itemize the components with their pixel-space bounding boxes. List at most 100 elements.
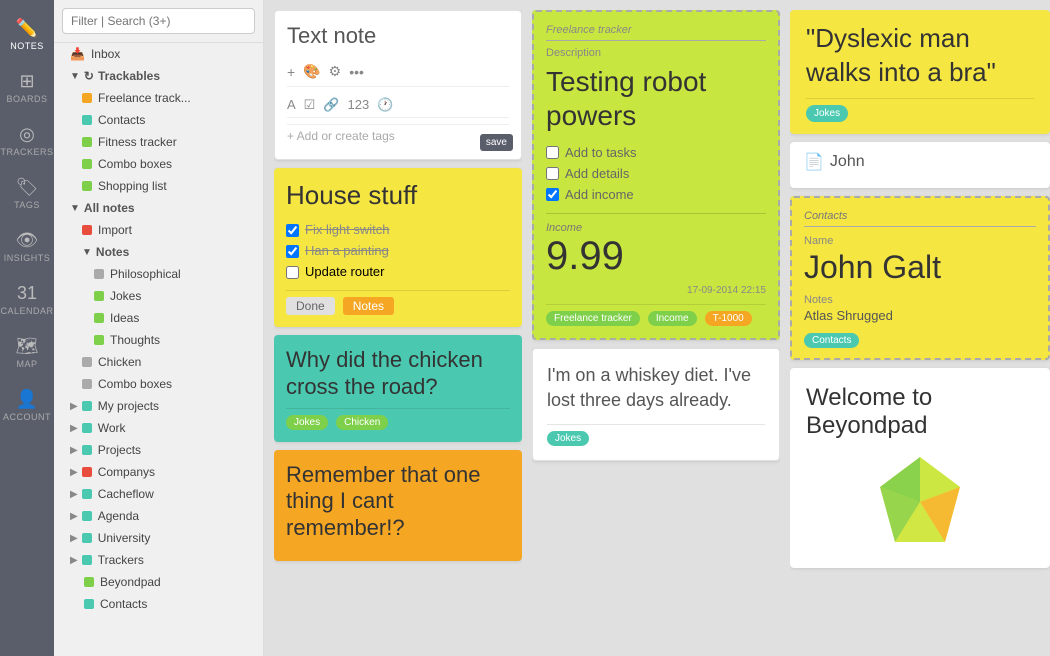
insights-icon: 👁 <box>16 230 39 251</box>
icon-bar: ✏️ NOTES ⊞ BOARDS ◎ TRACKERS 🏷 TAGS 👁 IN… <box>0 0 54 656</box>
sidebar-item-companys[interactable]: ▶ Companys <box>54 461 263 483</box>
house-stuff-card: House stuff Fix light switch Han a paint… <box>274 168 522 327</box>
sidebar-item-trackers[interactable]: ▶ Trackers <box>54 549 263 571</box>
clock-icon[interactable]: 🕐 <box>377 97 393 113</box>
tag-jokes[interactable]: Jokes <box>286 415 328 430</box>
color-bullet <box>82 401 92 411</box>
tag-jokes-2[interactable]: Jokes <box>547 431 589 446</box>
document-icon: 📄 <box>804 152 824 172</box>
nav-boards[interactable]: ⊞ BOARDS <box>0 61 54 114</box>
tag-input[interactable]: + Add or create tags <box>287 124 509 147</box>
column-3: "Dyslexic man walks into a bra" Jokes 📄 … <box>790 10 1050 646</box>
sidebar-item-fitness-tracker[interactable]: Fitness tracker <box>54 131 263 153</box>
sidebar-item-agenda[interactable]: ▶ Agenda <box>54 505 263 527</box>
chicken-footer: Jokes Chicken <box>286 408 510 430</box>
nav-account[interactable]: 👤 ACCOUNT <box>0 379 54 432</box>
calendar-icon: 31 <box>17 283 37 304</box>
sidebar-item-jokes[interactable]: Jokes <box>54 285 263 307</box>
color-bullet <box>82 533 92 543</box>
palette-icon[interactable]: 🎨 <box>303 63 320 80</box>
nav-calendar[interactable]: 31 CALENDAR <box>0 273 54 326</box>
done-button[interactable]: Done <box>286 297 335 315</box>
color-bullet <box>94 291 104 301</box>
remember-card: Remember that one thing I cant remember!… <box>274 450 522 561</box>
tag-chicken[interactable]: Chicken <box>336 415 388 430</box>
sidebar-item-work[interactable]: ▶ Work <box>54 417 263 439</box>
sidebar-group-all-notes[interactable]: ▼ All notes <box>54 197 263 219</box>
sidebar-item-inbox[interactable]: 📥 Inbox <box>54 43 263 65</box>
nav-tags[interactable]: 🏷 TAGS <box>0 167 54 220</box>
contacts-notes-label: Notes <box>804 294 1036 306</box>
tag-jokes-3[interactable]: Jokes <box>806 105 848 122</box>
sidebar-item-my-projects[interactable]: ▶ My projects <box>54 395 263 417</box>
color-bullet <box>82 467 92 477</box>
gear-icon[interactable]: ⚙ <box>329 63 342 80</box>
welcome-card: Welcome to Beyondpad <box>790 368 1050 568</box>
tag-income[interactable]: Income <box>648 311 697 326</box>
check-icon[interactable]: ☑ <box>304 97 316 113</box>
nav-map[interactable]: 🗺 MAP <box>0 326 54 379</box>
trackers-icon: ◎ <box>19 124 35 145</box>
sidebar-group-trackables[interactable]: ▼ ↻ Trackables <box>54 65 263 87</box>
format-text-icon[interactable]: A <box>287 97 296 113</box>
john-card: 📄 John <box>790 142 1050 188</box>
sidebar: 📥 Inbox ▼ ↻ Trackables Freelance track..… <box>54 0 264 656</box>
sidebar-item-combo-boxes[interactable]: Combo boxes <box>54 153 263 175</box>
sidebar-item-shopping-list[interactable]: Shopping list <box>54 175 263 197</box>
welcome-title: Welcome to Beyondpad <box>806 384 1034 440</box>
chevron-down-icon-3: ▼ <box>82 247 92 258</box>
arrow-icon: ▶ <box>70 511 78 522</box>
notes-button[interactable]: Notes <box>343 297 394 315</box>
plus-icon[interactable]: + <box>287 64 295 80</box>
freelance-desc: Description <box>546 47 766 59</box>
tag-t1000[interactable]: T-1000 <box>705 311 752 326</box>
color-bullet <box>82 181 92 191</box>
color-bullet <box>82 357 92 367</box>
notes-area: Text note + 🎨 ⚙ ••• A ☑ 🔗 123 🕐 + Add or… <box>264 0 1050 656</box>
number-icon[interactable]: 123 <box>348 97 370 113</box>
nav-trackers[interactable]: ◎ TRACKERS <box>0 114 54 167</box>
map-icon: 🗺 <box>16 336 39 357</box>
chevron-down-icon-2: ▼ <box>70 203 80 214</box>
nav-insights[interactable]: 👁 INSIGHTS <box>0 220 54 273</box>
sidebar-item-combo-boxes-2[interactable]: Combo boxes <box>54 373 263 395</box>
color-bullet <box>84 577 94 587</box>
contacts-footer: Contacts <box>804 331 1036 346</box>
more-icon[interactable]: ••• <box>349 64 364 80</box>
arrow-icon: ▶ <box>70 533 78 544</box>
save-button[interactable]: save <box>480 134 513 151</box>
income-label: Income <box>546 222 766 234</box>
contacts-track-label: Contacts <box>804 210 1036 227</box>
color-bullet <box>94 335 104 345</box>
sidebar-item-freelance-tracker[interactable]: Freelance track... <box>54 87 263 109</box>
arrow-icon: ▶ <box>70 445 78 456</box>
color-bullet <box>82 93 92 103</box>
note-timestamp: 17-09-2014 22:15 <box>546 285 766 296</box>
sidebar-item-import[interactable]: Import <box>54 219 263 241</box>
sidebar-item-thoughts[interactable]: Thoughts <box>54 329 263 351</box>
sidebar-item-contacts-2[interactable]: Contacts <box>54 593 263 615</box>
tag-contacts[interactable]: Contacts <box>804 333 859 348</box>
sidebar-item-beyondpad[interactable]: Beyondpad <box>54 571 263 593</box>
contacts-name-value: John Galt <box>804 249 1036 286</box>
search-input[interactable] <box>62 8 255 34</box>
sidebar-item-cacheflow[interactable]: ▶ Cacheflow <box>54 483 263 505</box>
tag-freelance[interactable]: Freelance tracker <box>546 311 640 326</box>
nav-notes[interactable]: ✏️ NOTES <box>0 8 54 61</box>
sidebar-item-projects[interactable]: ▶ Projects <box>54 439 263 461</box>
task-add-tasks: Add to tasks <box>546 142 766 163</box>
sidebar-item-ideas[interactable]: Ideas <box>54 307 263 329</box>
quote-text: "Dyslexic man walks into a bra" <box>806 22 1034 90</box>
gem-svg <box>860 452 980 552</box>
sidebar-item-philosophical[interactable]: Philosophical <box>54 263 263 285</box>
link-icon[interactable]: 🔗 <box>323 97 339 113</box>
sidebar-item-university[interactable]: ▶ University <box>54 527 263 549</box>
color-bullet <box>82 137 92 147</box>
sidebar-item-contacts[interactable]: Contacts <box>54 109 263 131</box>
chevron-down-icon: ▼ <box>70 71 80 82</box>
sidebar-group-notes[interactable]: ▼ Notes <box>54 241 263 263</box>
sidebar-item-chicken[interactable]: Chicken <box>54 351 263 373</box>
color-bullet <box>82 555 92 565</box>
color-bullet <box>94 269 104 279</box>
color-bullet <box>82 423 92 433</box>
